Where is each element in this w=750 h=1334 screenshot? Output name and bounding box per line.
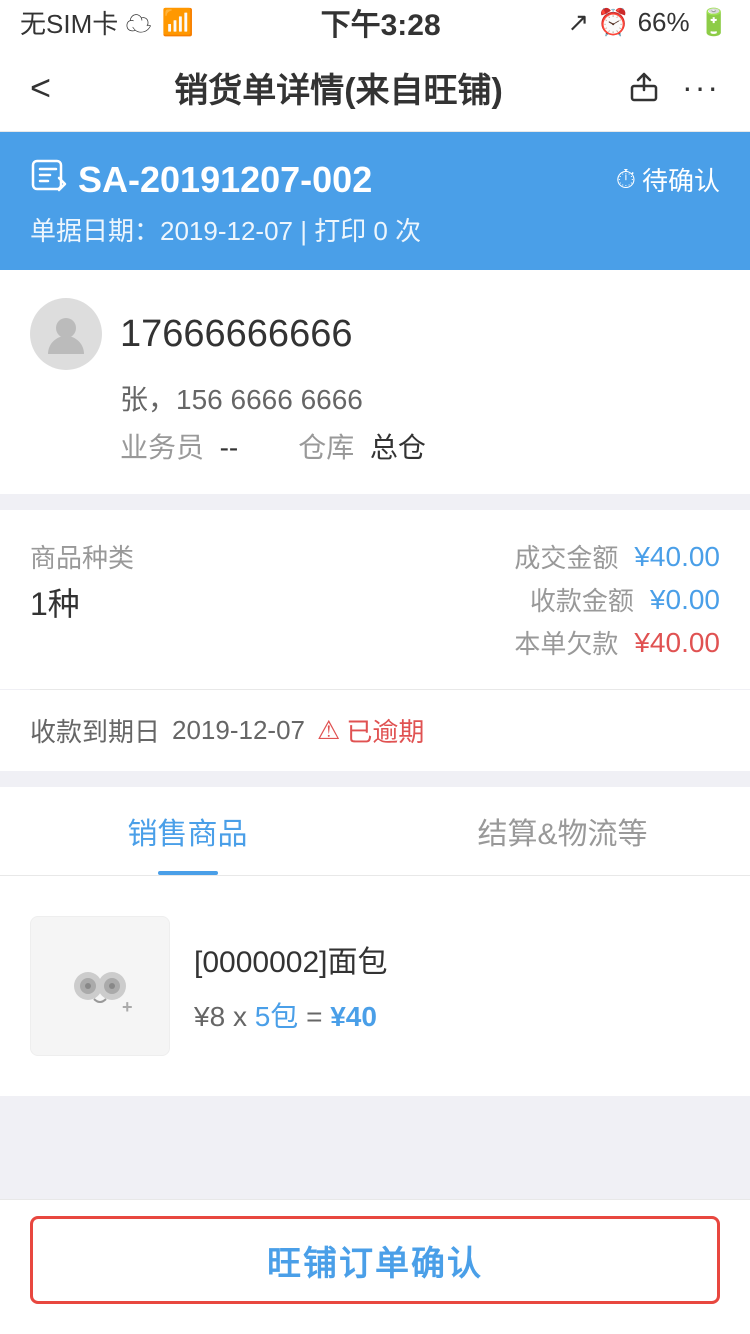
tab-sales-products[interactable]: 销售商品 (0, 787, 375, 875)
owing-amount-value: ¥40.00 (634, 627, 720, 659)
tab-underline (158, 871, 218, 875)
export-button[interactable] (626, 70, 662, 106)
product-types-value: 1种 (30, 579, 134, 625)
due-date-value: 2019-12-07 (172, 715, 305, 746)
overdue-icon: ⚠ (317, 715, 340, 746)
order-status: ⏱ 待确认 (616, 161, 720, 198)
total-price: ¥40 (330, 1001, 377, 1032)
product-list: + [0000002]面包 ¥8 x 5包 = ¥40 (0, 876, 750, 1096)
more-button[interactable]: ··· (682, 69, 720, 106)
product-info: [0000002]面包 ¥8 x 5包 = ¥40 (194, 937, 720, 1035)
customer-phone: 17666666666 (120, 313, 352, 356)
bottom-bar: 旺铺订单确认 (0, 1199, 750, 1334)
receipt-amount-label: 收款金额 (530, 581, 634, 618)
tab-settlement-logistics[interactable]: 结算&物流等 (375, 787, 750, 875)
product-price: ¥8 x 5包 = ¥40 (194, 995, 720, 1035)
order-number: SA-20191207-002 (78, 159, 372, 201)
confirm-order-button[interactable]: 旺铺订单确认 (30, 1216, 720, 1304)
nav-actions: ··· (626, 69, 720, 106)
alarm-icon: ⏰ (597, 7, 629, 38)
back-button[interactable]: < (30, 67, 51, 109)
overdue-badge: ⚠ 已逾期 (317, 712, 424, 749)
summary-left: 商品种类 1种 (30, 538, 134, 625)
receipt-amount-value: ¥0.00 (650, 584, 720, 616)
divider-1 (0, 494, 750, 510)
customer-card: 17666666666 张，156 6666 6666 业务员 -- 仓库 总仓 (0, 270, 750, 494)
summary-right: 成交金额 ¥40.00 收款金额 ¥0.00 本单欠款 ¥40.00 (514, 538, 720, 661)
overdue-text: 已逾期 (346, 712, 424, 749)
price-equals: = (306, 1001, 330, 1032)
tabs-container: 销售商品 结算&物流等 (0, 787, 750, 876)
due-date-row: 收款到期日 2019-12-07 ⚠ 已逾期 (0, 690, 750, 771)
battery-icon: 🔋 (698, 7, 730, 38)
deal-amount-value: ¥40.00 (634, 541, 720, 573)
table-row: + [0000002]面包 ¥8 x 5包 = ¥40 (30, 896, 720, 1076)
status-left: 无SIM卡 ☁ 📶 (20, 4, 194, 41)
customer-contact: 张，156 6666 6666 (30, 378, 720, 418)
order-icon (30, 158, 68, 201)
svg-text:+: + (122, 997, 133, 1017)
content-spacer (0, 1096, 750, 1216)
product-image: + (30, 916, 170, 1056)
owing-amount-label: 本单欠款 (514, 624, 618, 661)
deal-amount-label: 成交金额 (514, 538, 618, 575)
battery-level: 66% (638, 7, 690, 38)
price-separator: x (233, 1001, 255, 1032)
nav-bar: < 销货单详情(来自旺铺) ··· (0, 44, 750, 132)
order-id: SA-20191207-002 (30, 158, 372, 201)
product-name: [0000002]面包 (194, 937, 720, 981)
status-right: ↗ ⏰ 66% 🔋 (567, 7, 730, 38)
status-time: 下午3:28 (321, 0, 441, 44)
wifi-icon: 📶 (161, 7, 193, 38)
divider-2 (0, 771, 750, 787)
status-text: 待确认 (642, 161, 720, 198)
location-icon: ↗ (567, 7, 589, 38)
status-bar: 无SIM卡 ☁ 📶 下午3:28 ↗ ⏰ 66% 🔋 (0, 0, 750, 44)
summary-card: 商品种类 1种 成交金额 ¥40.00 收款金额 ¥0.00 本单欠款 ¥40.… (0, 510, 750, 689)
salesperson-label: 业务员 -- (120, 426, 238, 466)
due-date-label: 收款到期日 (30, 712, 160, 749)
customer-meta: 业务员 -- 仓库 总仓 (30, 426, 720, 466)
warehouse-label: 仓库 总仓 (298, 426, 426, 466)
order-meta: 单据日期：2019-12-07 | 打印 0 次 (30, 211, 720, 248)
unit-price: ¥8 (194, 1001, 225, 1032)
page-title: 销货单详情(来自旺铺) (174, 63, 503, 112)
clock-icon: ⏱ (616, 164, 636, 196)
order-header: SA-20191207-002 ⏱ 待确认 单据日期：2019-12-07 | … (0, 132, 750, 270)
no-sim-label: 无SIM卡 ☁ (20, 4, 151, 41)
qty: 5包 (255, 1001, 299, 1032)
customer-avatar (30, 298, 102, 370)
product-types-label: 商品种类 (30, 538, 134, 575)
